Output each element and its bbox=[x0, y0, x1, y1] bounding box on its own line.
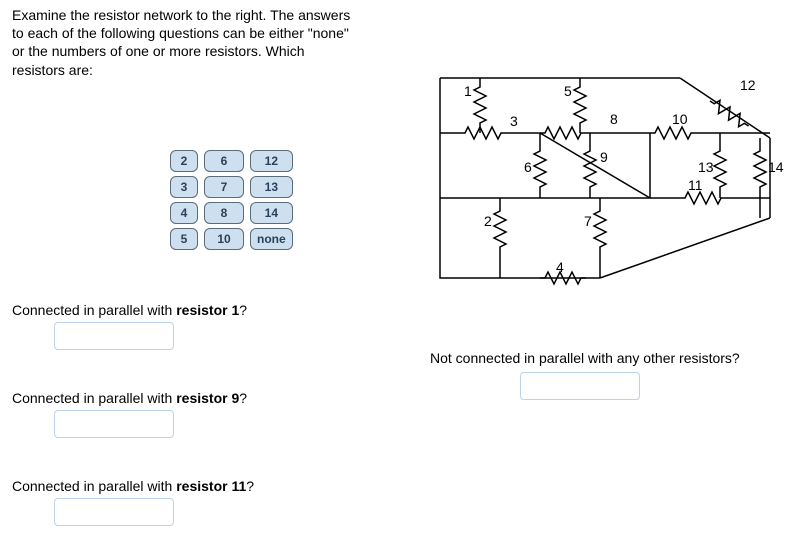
q1-text-post: ? bbox=[239, 302, 247, 318]
label-r9: 9 bbox=[600, 149, 608, 165]
tile-5[interactable]: 5 bbox=[170, 228, 198, 250]
question-1: Connected in parallel with resistor 1? bbox=[12, 302, 247, 318]
label-r3: 3 bbox=[510, 113, 518, 129]
label-r11: 11 bbox=[688, 177, 703, 193]
label-r4: 4 bbox=[556, 259, 564, 275]
tile-12[interactable]: 12 bbox=[250, 150, 293, 172]
q3-text-post: ? bbox=[246, 478, 254, 494]
label-r13: 13 bbox=[698, 159, 714, 175]
answer-input-2[interactable] bbox=[54, 410, 174, 438]
tile-4[interactable]: 4 bbox=[170, 202, 198, 224]
answer-tile-grid: 2 6 12 3 7 13 4 8 14 5 10 none bbox=[170, 150, 293, 250]
label-r5: 5 bbox=[564, 83, 572, 99]
label-r1: 1 bbox=[464, 83, 472, 99]
question-3: Connected in parallel with resistor 11? bbox=[12, 478, 254, 494]
circuit-diagram: 1 5 12 3 8 10 6 9 13 14 11 2 7 4 bbox=[420, 68, 790, 288]
tile-13[interactable]: 13 bbox=[250, 176, 293, 198]
q1-text-bold: resistor 1 bbox=[176, 302, 239, 318]
question-4: Not connected in parallel with any other… bbox=[430, 350, 740, 366]
tile-10[interactable]: 10 bbox=[204, 228, 244, 250]
tile-6[interactable]: 6 bbox=[204, 150, 244, 172]
q2-text-post: ? bbox=[239, 390, 247, 406]
tile-2[interactable]: 2 bbox=[170, 150, 198, 172]
answer-input-1[interactable] bbox=[54, 322, 174, 350]
tile-3[interactable]: 3 bbox=[170, 176, 198, 198]
label-r6: 6 bbox=[524, 159, 532, 175]
q3-text-bold: resistor 11 bbox=[176, 478, 246, 494]
question-2: Connected in parallel with resistor 9? bbox=[12, 390, 247, 406]
label-r14: 14 bbox=[768, 159, 784, 175]
answer-input-4[interactable] bbox=[520, 372, 640, 400]
q3-text-pre: Connected in parallel with bbox=[12, 478, 176, 494]
label-r7: 7 bbox=[584, 213, 592, 229]
answer-input-3[interactable] bbox=[54, 498, 174, 526]
label-r10: 10 bbox=[672, 111, 688, 127]
tile-7[interactable]: 7 bbox=[204, 176, 244, 198]
label-r2: 2 bbox=[484, 213, 492, 229]
tile-8[interactable]: 8 bbox=[204, 202, 244, 224]
label-r12: 12 bbox=[740, 77, 756, 93]
q2-text-pre: Connected in parallel with bbox=[12, 390, 176, 406]
q1-text-pre: Connected in parallel with bbox=[12, 302, 176, 318]
label-r8: 8 bbox=[610, 111, 618, 127]
tile-14[interactable]: 14 bbox=[250, 202, 293, 224]
tile-none[interactable]: none bbox=[250, 228, 293, 250]
q2-text-bold: resistor 9 bbox=[176, 390, 239, 406]
prompt-text: Examine the resistor network to the righ… bbox=[12, 6, 352, 79]
